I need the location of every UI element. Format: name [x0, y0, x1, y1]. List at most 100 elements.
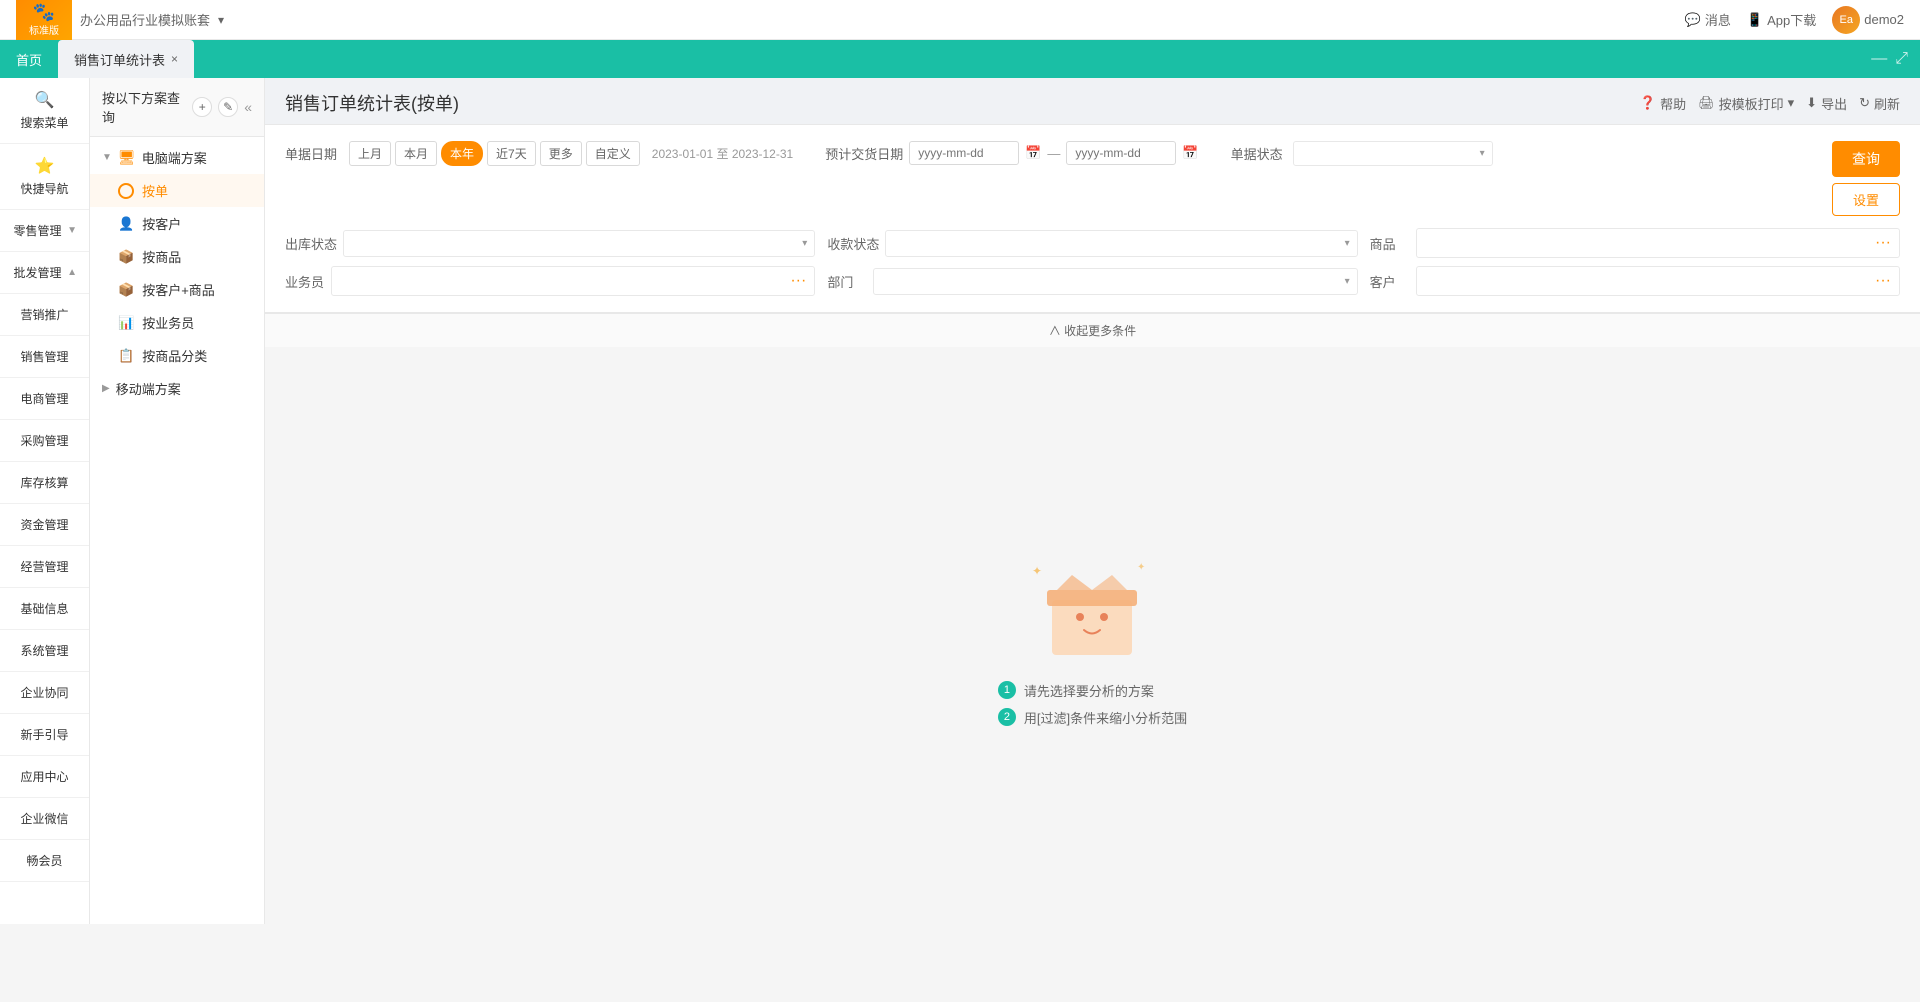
left-panel-add-button[interactable]: + — [192, 97, 212, 117]
left-panel-collapse-button[interactable]: « — [244, 99, 252, 115]
main-layout: 🔍 搜索菜单 ⭐ 快捷导航 零售管理 ▼ 批发管理 ▲ 营销推广 销售管理 电商… — [0, 78, 1920, 924]
tab-maximize-button[interactable]: ⤢ — [1895, 50, 1908, 68]
export-label: 导出 — [1821, 94, 1847, 113]
sidebar-item-inventory[interactable]: 库存核算 — [0, 462, 89, 504]
status-select[interactable] — [1293, 141, 1493, 166]
page-header-actions: ❓ 帮助 🖨 按模板打印 ▾ ⬇ 导出 ↻ 刷新 — [1640, 94, 1900, 113]
tree-child-by-product-category[interactable]: 📋 按商品分类 — [90, 339, 264, 372]
last-7-days-button[interactable]: 近7天 — [487, 141, 536, 166]
sidebar-item-wechat-label: 企业微信 — [20, 810, 68, 827]
hint-num-2: 2 — [998, 708, 1016, 726]
tree-child-by-order[interactable]: 按单 — [90, 174, 264, 207]
hint-text-2: 用[过滤]条件来缩小分析范围 — [1024, 708, 1187, 727]
mobile-section-arrow-icon: ▶ — [102, 383, 110, 394]
expected-date-start-input[interactable] — [909, 141, 1019, 165]
sidebar-item-ecommerce[interactable]: 电商管理 — [0, 378, 89, 420]
custom-button[interactable]: 自定义 — [586, 141, 640, 166]
tree-section: ▼ 🖥 电脑端方案 按单 👤 按客户 📦 按商品 📦 按客户+商品 📊 — [90, 137, 264, 409]
sidebar-item-membership[interactable]: 畅会员 — [0, 840, 89, 882]
refresh-button[interactable]: ↻ 刷新 — [1859, 94, 1900, 113]
delivery-status-label: 出库状态 — [285, 234, 337, 253]
customer-field: 客户 ··· — [1370, 266, 1900, 296]
sidebar-item-wechat[interactable]: 企业微信 — [0, 798, 89, 840]
collapse-label: 收起更多条件 — [1064, 324, 1136, 338]
tree-pc-section[interactable]: ▼ 🖥 电脑端方案 — [90, 141, 264, 174]
tree-child-by-customer-product[interactable]: 📦 按客户+商品 — [90, 273, 264, 306]
message-label: 消息 — [1705, 10, 1731, 29]
this-year-button[interactable]: 本年 — [441, 141, 483, 166]
tab-minimize-button[interactable]: — — [1871, 50, 1887, 68]
export-button[interactable]: ⬇ 导出 — [1806, 94, 1847, 113]
sidebar-item-purchase-label: 采购管理 — [20, 432, 68, 449]
sidebar-item-operations[interactable]: 经营管理 — [0, 546, 89, 588]
sidebar-item-retail[interactable]: 零售管理 ▼ — [0, 210, 89, 252]
sidebar-item-wholesale[interactable]: 批发管理 ▲ — [0, 252, 89, 294]
sidebar-item-marketing[interactable]: 营销推广 — [0, 294, 89, 336]
sidebar-item-purchase[interactable]: 采购管理 — [0, 420, 89, 462]
delivery-status-select[interactable] — [343, 230, 815, 257]
sidebar-item-enterprise[interactable]: 企业协同 — [0, 672, 89, 714]
payment-status-label: 收款状态 — [827, 234, 879, 253]
template-print-button[interactable]: 🖨 按模板打印 ▾ — [1698, 94, 1794, 113]
tree-child-by-salesperson[interactable]: 📊 按业务员 — [90, 306, 264, 339]
sidebar-item-system[interactable]: 系统管理 — [0, 630, 89, 672]
app-download-button[interactable]: 📱 App下载 — [1747, 10, 1816, 29]
sidebar-item-sales[interactable]: 销售管理 — [0, 336, 89, 378]
sidebar-item-quick-nav[interactable]: ⭐ 快捷导航 — [0, 144, 89, 210]
expected-date-end-input[interactable] — [1066, 141, 1176, 165]
customer-label: 客户 — [1370, 272, 1410, 291]
more-button[interactable]: 更多 — [540, 141, 582, 166]
tab-home[interactable]: 首页 — [0, 40, 58, 78]
mobile-section-label: 移动端方案 — [116, 379, 181, 398]
left-panel-edit-button[interactable]: ✎ — [218, 97, 238, 117]
customer-dots-button[interactable]: ··· — [1875, 272, 1891, 290]
date-separator: — — [1047, 146, 1060, 161]
collapse-bar[interactable]: ∧ 收起更多条件 — [265, 313, 1920, 347]
by-customer-product-icon: 📦 — [118, 282, 134, 298]
date-label: 单据日期 — [285, 144, 341, 163]
sidebar-item-basic[interactable]: 基础信息 — [0, 588, 89, 630]
sidebar-item-retail-label: 零售管理 — [12, 222, 63, 239]
main-content-area: ✦ ✦ 1 请先选择要分析的方案 2 用[过滤]条件来缩小分析范围 — [265, 347, 1920, 924]
by-product-icon: 📦 — [118, 249, 134, 265]
hint-num-1: 1 — [998, 681, 1016, 699]
settings-button[interactable]: 设置 — [1832, 183, 1900, 216]
calendar-start-icon[interactable]: 📅 — [1025, 145, 1041, 161]
tabbar: 首页 销售订单统计表 × — ⤢ — [0, 40, 1920, 78]
query-button[interactable]: 查询 — [1832, 141, 1900, 177]
tree-child-by-product[interactable]: 📦 按商品 — [90, 240, 264, 273]
help-button[interactable]: ❓ 帮助 — [1640, 94, 1686, 113]
sidebar-item-finance[interactable]: 资金管理 — [0, 504, 89, 546]
message-button[interactable]: 💬 消息 — [1685, 10, 1731, 29]
department-select[interactable] — [873, 268, 1357, 295]
calendar-end-icon[interactable]: 📅 — [1182, 145, 1198, 161]
sidebar-item-app-center[interactable]: 应用中心 — [0, 756, 89, 798]
sidebar-item-membership-label: 畅会员 — [26, 852, 62, 869]
avatar: Ea — [1832, 6, 1860, 34]
tree-child-by-customer[interactable]: 👤 按客户 — [90, 207, 264, 240]
tab-close-icon[interactable]: × — [171, 52, 178, 66]
sidebar-item-search-menu[interactable]: 🔍 搜索菜单 — [0, 78, 89, 144]
app-icon: 📱 — [1747, 12, 1763, 28]
tab-sales-stats-label: 销售订单统计表 — [74, 50, 165, 69]
product-field: 商品 ··· — [1370, 228, 1900, 258]
expected-date-label: 预计交货日期 — [825, 144, 903, 163]
product-dots-button[interactable]: ··· — [1875, 234, 1891, 252]
sidebar-item-newbie[interactable]: 新手引导 — [0, 714, 89, 756]
refresh-icon: ↻ — [1859, 95, 1870, 111]
user-menu[interactable]: Ea demo2 — [1832, 6, 1904, 34]
topbar-dropdown-icon[interactable]: ▾ — [218, 13, 224, 27]
sidebar: 🔍 搜索菜单 ⭐ 快捷导航 零售管理 ▼ 批发管理 ▲ 营销推广 销售管理 电商… — [0, 78, 90, 924]
last-month-button[interactable]: 上月 — [349, 141, 391, 166]
payment-status-select[interactable] — [885, 230, 1357, 257]
salesperson-dots-button[interactable]: ··· — [790, 272, 806, 290]
tab-sales-stats[interactable]: 销售订单统计表 × — [58, 40, 194, 78]
by-product-category-icon: 📋 — [118, 348, 134, 364]
sidebar-item-sales-label: 销售管理 — [20, 348, 68, 365]
app-download-label: App下载 — [1767, 10, 1816, 29]
hint-text-1: 请先选择要分析的方案 — [1024, 681, 1154, 700]
date-range-text: 2023-01-01 至 2023-12-31 — [652, 145, 793, 162]
tree-mobile-section[interactable]: ▶ 移动端方案 — [90, 372, 264, 405]
this-month-button[interactable]: 本月 — [395, 141, 437, 166]
sidebar-item-inventory-label: 库存核算 — [20, 474, 68, 491]
